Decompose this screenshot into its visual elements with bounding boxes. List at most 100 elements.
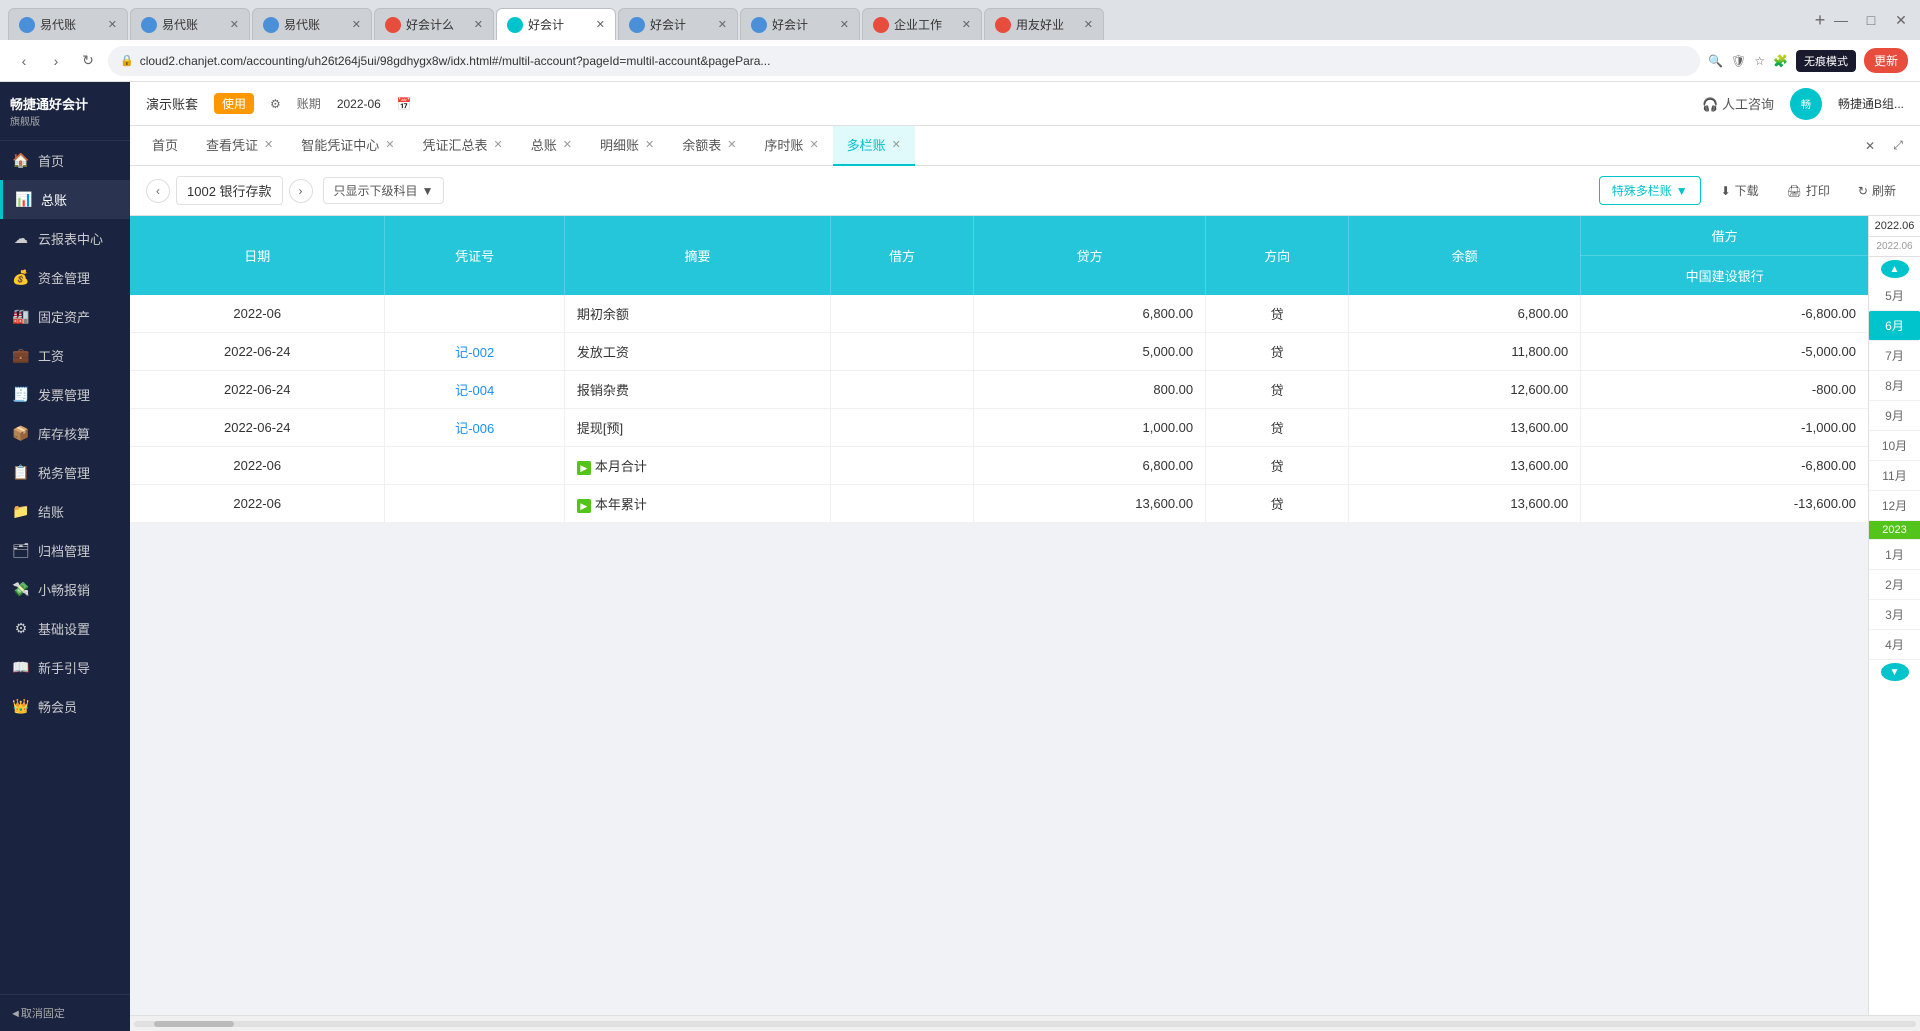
sidebar-item-14[interactable]: 👑 畅会员 — [0, 687, 130, 726]
date-item-2023-2[interactable]: 3月 — [1869, 600, 1920, 630]
voucher-link-3[interactable]: 记-006 — [455, 421, 494, 436]
date-item-2023-1[interactable]: 2月 — [1869, 570, 1920, 600]
dropdown-arrow-icon: ▼ — [1676, 184, 1688, 198]
browser-tab-4[interactable]: 好会计么 ✕ — [374, 8, 494, 40]
scrollbar-thumb[interactable] — [154, 1021, 234, 1027]
shield-icon[interactable]: 🛡 — [1731, 54, 1746, 68]
nav-tab-3[interactable]: 凭证汇总表✕ — [408, 126, 516, 166]
browser-tab-1[interactable]: 易代账 ✕ — [8, 8, 128, 40]
sidebar-item-9[interactable]: 📁 结账 — [0, 492, 130, 531]
service-label[interactable]: 🎧 人工咨询 — [1702, 94, 1774, 113]
calendar-icon[interactable]: 📅 — [397, 97, 412, 111]
menu-label-7: 库存核算 — [38, 424, 90, 443]
tab-navigation: 首页查看凭证✕智能凭证中心✕凭证汇总表✕总账✕明细账✕余额表✕序时账✕多栏账✕ … — [130, 126, 1920, 166]
cell-voucher-3[interactable]: 记-006 — [385, 409, 564, 447]
multi-col-button[interactable]: 特殊多栏账 ▼ — [1599, 176, 1701, 205]
download-button[interactable]: ⬇ 下载 — [1713, 177, 1767, 204]
sidebar-item-6[interactable]: 🧾 发票管理 — [0, 375, 130, 414]
next-account-button[interactable]: › — [289, 179, 313, 203]
user-avatar[interactable]: 畅 — [1790, 88, 1822, 120]
date-item-2022-7[interactable]: 12月 — [1869, 491, 1920, 521]
nav-tab-1[interactable]: 查看凭证✕ — [192, 126, 287, 166]
nav-tab-close-1[interactable]: ✕ — [264, 138, 273, 151]
cell-extra-4: -6,800.00 — [1581, 447, 1868, 485]
horizontal-scrollbar[interactable] — [130, 1015, 1920, 1031]
demo-badge[interactable]: 使用 — [214, 93, 254, 114]
sidebar-item-3[interactable]: 💰 资金管理 — [0, 258, 130, 297]
search-icon[interactable]: 🔍 — [1708, 54, 1723, 68]
forward-button[interactable]: › — [44, 49, 68, 73]
cell-direction-2: 贷 — [1206, 371, 1349, 409]
browser-tab-7[interactable]: 好会计 ✕ — [740, 8, 860, 40]
collapse-tabs-icon[interactable]: ✕ — [1856, 132, 1884, 160]
browser-tab-3[interactable]: 易代账 ✕ — [252, 8, 372, 40]
nav-tab-0[interactable]: 首页 — [138, 126, 192, 166]
nav-tab-close-8[interactable]: ✕ — [892, 138, 901, 151]
nav-tab-6[interactable]: 余额表✕ — [668, 126, 750, 166]
sidebar-item-0[interactable]: 🏠 首页 — [0, 141, 130, 180]
date-item-2022-1[interactable]: 6月 — [1869, 311, 1920, 341]
date-item-2022-2[interactable]: 7月 — [1869, 341, 1920, 371]
sidebar-item-8[interactable]: 📋 税务管理 — [0, 453, 130, 492]
cell-extra-2: -800.00 — [1581, 371, 1868, 409]
nav-tab-5[interactable]: 明细账✕ — [586, 126, 668, 166]
minimize-button[interactable]: — — [1834, 13, 1848, 27]
prev-account-button[interactable]: ‹ — [146, 179, 170, 203]
refresh-button[interactable]: ↻ 刷新 — [1850, 177, 1904, 204]
sidebar-item-7[interactable]: 📦 库存核算 — [0, 414, 130, 453]
date-item-2023-0[interactable]: 1月 — [1869, 540, 1920, 570]
summary-icon: ▶ — [577, 461, 591, 475]
back-button[interactable]: ‹ — [12, 49, 36, 73]
close-window-button[interactable]: ✕ — [1894, 13, 1908, 27]
voucher-link-1[interactable]: 记-002 — [455, 345, 494, 360]
print-button[interactable]: 🖨 打印 — [1779, 177, 1838, 204]
date-item-2023-3[interactable]: 4月 — [1869, 630, 1920, 660]
sidebar-item-10[interactable]: 🗂 归档管理 — [0, 531, 130, 570]
incognito-button[interactable]: 无痕模式 — [1796, 50, 1856, 72]
sidebar-item-2[interactable]: ☁ 云报表中心 — [0, 219, 130, 258]
refresh-button[interactable]: ↻ — [76, 49, 100, 73]
browser-tab-6[interactable]: 好会计 ✕ — [618, 8, 738, 40]
sidebar-item-4[interactable]: 🏭 固定资产 — [0, 297, 130, 336]
settings-icon[interactable]: ⚙ — [270, 97, 281, 111]
cell-voucher-1[interactable]: 记-002 — [385, 333, 564, 371]
update-button[interactable]: 更新 — [1864, 48, 1908, 73]
nav-tab-4[interactable]: 总账✕ — [517, 126, 586, 166]
url-bar[interactable]: 🔒 cloud2.chanjet.com/accounting/uh26t264… — [108, 46, 1700, 76]
scroll-up-button[interactable]: ▲ — [1881, 260, 1909, 278]
date-item-2022-3[interactable]: 8月 — [1869, 371, 1920, 401]
sidebar-item-5[interactable]: 💼 工资 — [0, 336, 130, 375]
browser-tab-5[interactable]: 好会计 ✕ — [496, 8, 616, 40]
nav-tab-close-3[interactable]: ✕ — [494, 138, 503, 151]
sidebar-item-11[interactable]: 💸 小畅报销 — [0, 570, 130, 609]
nav-tab-7[interactable]: 序时账✕ — [750, 126, 832, 166]
sidebar-item-1[interactable]: 📊 总账 — [0, 180, 130, 219]
browser-tab-9[interactable]: 用友好业 ✕ — [984, 8, 1104, 40]
browser-tab-2[interactable]: 易代账 ✕ — [130, 8, 250, 40]
filter-dropdown[interactable]: 只显示下级科目 ▼ — [323, 177, 445, 204]
nav-tab-close-7[interactable]: ✕ — [809, 138, 818, 151]
extensions-icon[interactable]: 🧩 — [1773, 54, 1788, 68]
date-item-2022-6[interactable]: 11月 — [1869, 461, 1920, 491]
maximize-button[interactable]: □ — [1864, 13, 1878, 27]
voucher-link-2[interactable]: 记-004 — [455, 383, 494, 398]
date-item-2022-0[interactable]: 5月 — [1869, 281, 1920, 311]
expand-tabs-icon[interactable]: ⤢ — [1884, 132, 1912, 160]
nav-tab-close-4[interactable]: ✕ — [563, 138, 572, 151]
nav-tab-close-5[interactable]: ✕ — [645, 138, 654, 151]
nav-tab-close-6[interactable]: ✕ — [727, 138, 736, 151]
sidebar-item-12[interactable]: ⚙ 基础设置 — [0, 609, 130, 648]
sidebar-item-13[interactable]: 📖 新手引导 — [0, 648, 130, 687]
menu-label-10: 归档管理 — [38, 541, 90, 560]
add-tab-button[interactable]: + — [1806, 6, 1834, 34]
browser-tab-8[interactable]: 企业工作 ✕ — [862, 8, 982, 40]
date-item-2022-5[interactable]: 10月 — [1869, 431, 1920, 461]
nav-tab-8[interactable]: 多栏账✕ — [833, 126, 915, 166]
nav-tab-2[interactable]: 智能凭证中心✕ — [287, 126, 408, 166]
scroll-down-button[interactable]: ▼ — [1881, 663, 1909, 681]
cell-voucher-2[interactable]: 记-004 — [385, 371, 564, 409]
star-icon[interactable]: ☆ — [1754, 54, 1765, 68]
date-item-2022-4[interactable]: 9月 — [1869, 401, 1920, 431]
collapse-sidebar-button[interactable]: ◄取消固定 — [10, 1005, 120, 1021]
nav-tab-close-2[interactable]: ✕ — [385, 138, 394, 151]
